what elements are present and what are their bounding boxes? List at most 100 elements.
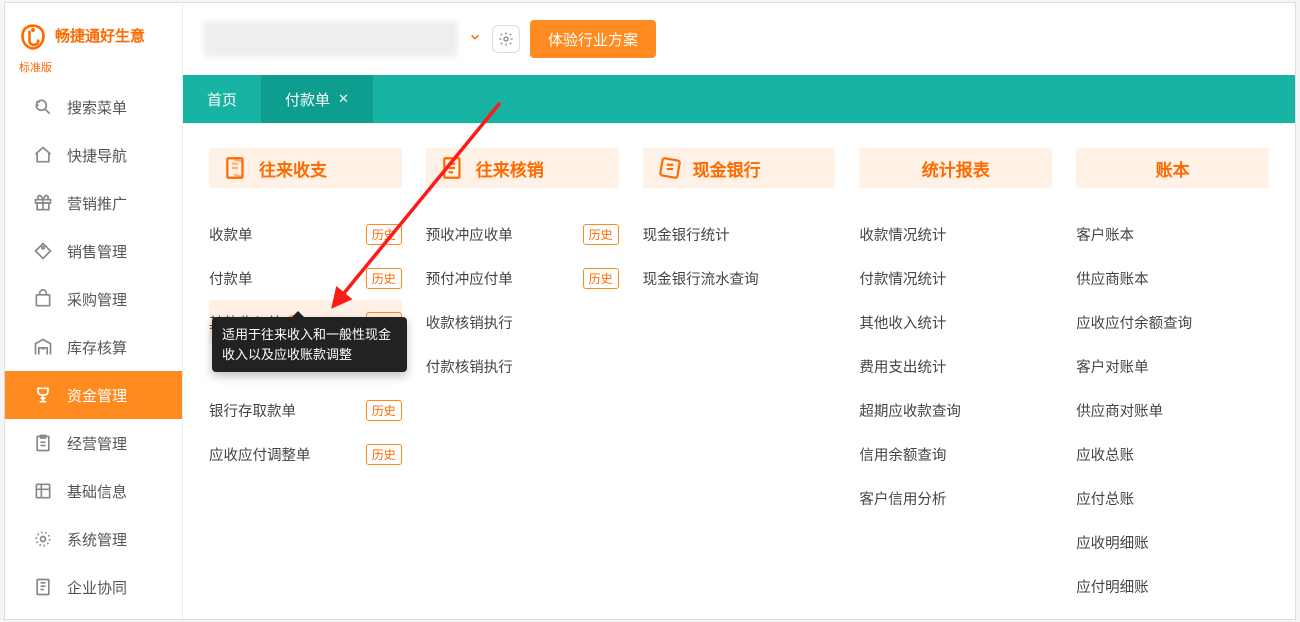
workspace-tabs: 首页 付款单 ✕ [183,75,1295,123]
bag-icon [33,289,53,309]
tab-label: 首页 [207,89,237,110]
sidebar-item-label: 销售管理 [67,241,127,262]
chevron-down-icon[interactable] [468,30,482,49]
history-badge[interactable]: 历史 [366,444,402,465]
menu-item-label: 付款单 [209,268,253,289]
menu-item[interactable]: 银行存取款单 历史 [209,388,402,432]
menu-item[interactable]: 收款单历史 [209,212,402,256]
menu-item-label: 预付冲应付单 [426,268,513,289]
column-header: 往来收支 [209,148,402,188]
gift-icon [33,193,53,213]
column-header: 统计报表 [859,148,1052,188]
menu-item[interactable]: 预付冲应付单 历史 [426,256,619,300]
menu-item[interactable]: 供应商对账单 [1076,388,1269,432]
menu-item[interactable]: 应收总账 [1076,432,1269,476]
column-header: 现金银行 [643,148,836,188]
settings-icon [33,529,53,549]
experience-plan-button[interactable]: 体验行业方案 [530,20,656,58]
menu-item-label: 信用余额查询 [859,444,946,465]
menu-item-label: 预收冲应收单 [426,224,513,245]
menu-item-label: 应付明细账 [1076,576,1149,597]
menu-item[interactable]: 超期应收款查询 [859,388,1052,432]
sidebar-item-label: 营销推广 [67,193,127,214]
sidebar-item-label: 搜索菜单 [67,97,127,118]
menu-item[interactable]: 信用余额查询 [859,432,1052,476]
sidebar-item-label: 资金管理 [67,385,127,406]
menu-item[interactable]: 供应商账本 [1076,256,1269,300]
sidebar-item-label: 企业协同 [67,577,127,598]
brand-mark-icon [19,23,47,51]
sidebar-item-sales[interactable]: 销售管理 [5,227,182,275]
sidebar-item-label: 采购管理 [67,289,127,310]
menu-item[interactable]: 现金银行统计 [643,212,836,256]
sidebar-item-label: 系统管理 [67,529,127,550]
menu-item[interactable]: 收款核销执行 [426,300,619,344]
sidebar-item-label: 基础信息 [67,481,127,502]
sidebar-item-marketing[interactable]: 营销推广 [5,179,182,227]
menu-item-label: 现金银行流水查询 [643,268,759,289]
money-icon [33,385,53,405]
history-badge[interactable]: 历史 [366,268,402,289]
menu-item-label: 收款核销执行 [426,312,513,333]
menu-item[interactable]: 客户对账单 [1076,344,1269,388]
menu-item-label: 应收应付余额查询 [1076,312,1192,333]
sidebar-item-sys[interactable]: 系统管理 [5,515,182,563]
brand-edition: 标准版 [5,59,182,75]
menu-item-label: 现金银行统计 [643,224,730,245]
menu-item[interactable]: 付款单 历史 [209,256,402,300]
sidebar-item-label: 快捷导航 [67,145,127,166]
tab-home[interactable]: 首页 [183,75,261,123]
brand-name: 畅捷通好生意 [55,28,145,46]
column-title: 账本 [1156,156,1190,181]
menu-item[interactable]: 应付明细账 [1076,564,1269,608]
menu-item[interactable]: 收款情况统计 [859,212,1052,256]
history-badge[interactable]: 历史 [366,400,402,421]
menu-item[interactable]: 应付总账 [1076,476,1269,520]
tooltip-text: 适用于往来收入和一般性现金收入以及应收账款调整 [222,327,391,362]
menu-item[interactable]: 应收应付调整单 历史 [209,432,402,476]
menu-item-label: 银行存取款单 [209,400,296,421]
menu-column: 现金银行现金银行统计现金银行流水查询 [643,148,836,608]
sidebar-item-search[interactable]: 搜索菜单 [5,83,182,131]
tab-payment[interactable]: 付款单 ✕ [261,75,373,123]
sidebar-item-base[interactable]: 基础信息 [5,467,182,515]
menu-item[interactable]: 预收冲应收单 历史 [426,212,619,256]
menu-item-label: 应付总账 [1076,488,1134,509]
menu-item-label: 付款核销执行 [426,356,513,377]
sidebar-item-quicknav[interactable]: 快捷导航 [5,131,182,179]
menu-item-label: 应收应付调整单 [209,444,311,465]
menu-item[interactable]: 费用支出统计 [859,344,1052,388]
menu-item[interactable]: 其他收入统计 [859,300,1052,344]
gear-icon[interactable] [492,25,520,53]
sidebar-item-biz[interactable]: 经营管理 [5,419,182,467]
sidebar-item-label: 库存核算 [67,337,127,358]
menu-item[interactable]: 付款核销执行 [426,344,619,388]
sidebar-item-funds[interactable]: 资金管理 [5,371,182,419]
sidebar-item-collab[interactable]: 企业协同 [5,563,182,611]
history-badge[interactable]: 历史 [366,224,402,245]
column-header: 往来核销 [426,148,619,188]
close-icon[interactable]: ✕ [338,91,349,107]
menu-item[interactable]: 客户信用分析 [859,476,1052,520]
sidebar-item-inventory[interactable]: 库存核算 [5,323,182,371]
history-badge[interactable]: 历史 [583,224,619,245]
menu-item[interactable]: 客户账本 [1076,212,1269,256]
org-selector-redacted[interactable] [203,21,458,57]
sidebar-item-purchase[interactable]: 采购管理 [5,275,182,323]
menu-column: 往来收支收款单历史付款单历史其他收入单?历史费用单历史银行存取款单历史应收应付调… [209,148,402,608]
menu-item[interactable]: 付款情况统计 [859,256,1052,300]
menu-item-label: 客户对账单 [1076,356,1149,377]
home-icon [33,145,53,165]
menu-item[interactable]: 应收明细账 [1076,520,1269,564]
menu-item-label: 客户账本 [1076,224,1134,245]
topbar: 体验行业方案 [183,3,1295,75]
brand-logo: 畅捷通好生意 [5,3,182,67]
menu-item-label: 应收明细账 [1076,532,1149,553]
menu-item[interactable]: 现金银行流水查询 [643,256,836,300]
menu-item-label: 其他收入统计 [859,312,946,333]
search-icon [33,97,53,117]
menu-item[interactable]: 应收应付余额查询 [1076,300,1269,344]
menu-item-label: 客户信用分析 [859,488,946,509]
history-badge[interactable]: 历史 [583,268,619,289]
column-title: 往来收支 [259,156,327,181]
